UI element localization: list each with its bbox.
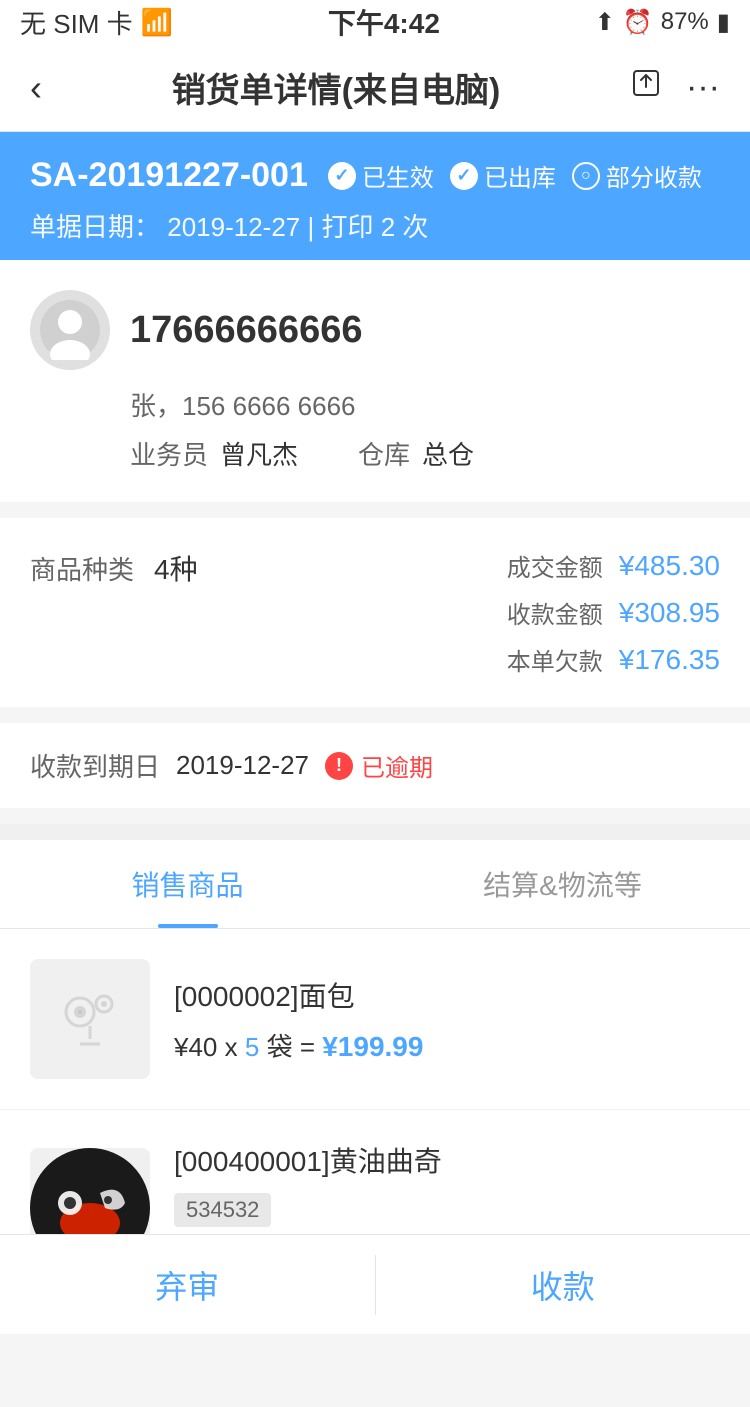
status-right: ⬆ ⏰ 87% ▮ (595, 8, 730, 37)
tab-active-indicator (158, 924, 218, 928)
staff-info: 业务员 曾凡杰 (130, 435, 298, 472)
order-header-banner: SA-20191227-001 ✓ 已生效 ✓ 已出库 ○ 部分收款 单据日期：… (0, 132, 750, 260)
stats-section: 商品种类 4种 成交金额 ¥485.30 收款金额 ¥308.95 本单欠款 ¥… (0, 518, 750, 707)
tab-settlement-label: 结算&物流等 (483, 870, 642, 901)
carrier-label: 无 SIM 卡 (20, 4, 133, 41)
print-label: | 打印 (307, 212, 373, 242)
check-icon-2: ✓ (450, 162, 478, 190)
badge-partial-payment: ○ 部分收款 (572, 158, 702, 193)
staff-name: 曾凡杰 (220, 435, 298, 472)
order-id: SA-20191227-001 (30, 156, 308, 195)
battery-icon: ▮ (717, 8, 730, 37)
product-price-1: ¥40 x 5 袋 = ¥199.99 (174, 1027, 720, 1064)
battery-label: 87% (661, 8, 709, 36)
type-label: 商品种类 (30, 550, 134, 587)
bottom-action-bar: 弃审 收款 (0, 1234, 750, 1334)
status-left: 无 SIM 卡 📶 (20, 4, 173, 41)
wifi-icon: 📶 (141, 7, 173, 38)
total-1: ¥199.99 (322, 1031, 423, 1062)
price-base-1: ¥40 (174, 1032, 217, 1062)
order-date: 2019-12-27 (167, 212, 300, 242)
debt-label: 本单欠款 (507, 642, 603, 677)
tab-settlement[interactable]: 结算&物流等 (375, 840, 750, 928)
page-title: 销货单详情(来自电脑) (172, 63, 501, 112)
due-date: 2019-12-27 (176, 750, 309, 781)
tab-products[interactable]: 销售商品 (0, 840, 375, 928)
equals-1: = (300, 1032, 322, 1062)
order-date-row: 单据日期： 2019-12-27 | 打印 2 次 (30, 207, 720, 244)
customer-section: 17666666666 张，156 6666 6666 业务员 曾凡杰 仓库 总… (0, 260, 750, 502)
product-image-1 (30, 959, 150, 1079)
date-label: 单据日期： (30, 212, 160, 242)
debt-amount: ¥176.35 (619, 644, 720, 676)
deal-amount-row: 成交金额 ¥485.30 (507, 548, 720, 583)
unit-1: 袋 (267, 1032, 293, 1062)
deal-label: 成交金额 (507, 548, 603, 583)
tab-bar: 销售商品 结算&物流等 (0, 840, 750, 929)
check-icon: ✓ (328, 162, 356, 190)
overdue-badge: ! 已逾期 (325, 748, 433, 783)
warehouse-label: 仓库 (358, 435, 410, 472)
location-icon: ⬆ (595, 8, 615, 37)
more-icon[interactable]: ··· (686, 68, 720, 107)
customer-phone: 17666666666 (130, 309, 362, 352)
banner-id-row: SA-20191227-001 ✓ 已生效 ✓ 已出库 ○ 部分收款 (30, 156, 720, 195)
customer-info-row: 业务员 曾凡杰 仓库 总仓 (30, 435, 720, 472)
back-button[interactable]: ‹ (30, 67, 42, 109)
overdue-text: 已逾期 (361, 748, 433, 783)
staff-label: 业务员 (130, 435, 208, 472)
cancel-button[interactable]: 弃审 (0, 1235, 375, 1334)
product-item-1: [0000002]面包 ¥40 x 5 袋 = ¥199.99 (0, 929, 750, 1110)
due-date-section: 收款到期日 2019-12-27 ! 已逾期 (0, 723, 750, 808)
customer-contact: 张，156 6666 6666 (30, 386, 720, 423)
overdue-icon: ! (325, 752, 353, 780)
product-badge-2: 534532 (174, 1193, 271, 1227)
print-count: 2 (381, 212, 395, 242)
badge-shipped: ✓ 已出库 (450, 158, 556, 193)
status-time: 下午4:42 (328, 2, 440, 42)
alarm-icon: ⏰ (623, 8, 653, 37)
section-divider (0, 824, 750, 840)
print-suffix: 次 (402, 212, 428, 242)
share-icon[interactable] (630, 67, 662, 108)
status-bar: 无 SIM 卡 📶 下午4:42 ⬆ ⏰ 87% ▮ (0, 0, 750, 44)
price-separator-1: x (225, 1032, 245, 1062)
product-type-stat: 商品种类 4种 (30, 548, 375, 588)
status-badges: ✓ 已生效 ✓ 已出库 ○ 部分收款 (328, 158, 702, 193)
product-info-1: [0000002]面包 ¥40 x 5 袋 = ¥199.99 (174, 975, 720, 1064)
avatar (30, 290, 110, 370)
debt-amount-row: 本单欠款 ¥176.35 (507, 642, 720, 677)
received-label: 收款金额 (507, 595, 603, 630)
product-name-1: [0000002]面包 (174, 975, 720, 1015)
badge-activated: ✓ 已生效 (328, 158, 434, 193)
warehouse-info: 仓库 总仓 (358, 435, 474, 472)
confirm-button[interactable]: 收款 (376, 1235, 750, 1334)
clock-icon: ○ (572, 162, 600, 190)
deal-amount: ¥485.30 (619, 550, 720, 582)
type-count: 4种 (154, 548, 198, 588)
received-amount-row: 收款金额 ¥308.95 (507, 595, 720, 630)
product-name-2: [000400001]黄油曲奇 (174, 1140, 720, 1180)
due-label: 收款到期日 (30, 747, 160, 784)
quantity-1: 5 (245, 1032, 259, 1062)
amount-stats: 成交金额 ¥485.30 收款金额 ¥308.95 本单欠款 ¥176.35 (375, 548, 720, 677)
received-amount: ¥308.95 (619, 597, 720, 629)
tab-products-label: 销售商品 (131, 870, 243, 901)
nav-actions: ··· (630, 67, 720, 108)
nav-bar: ‹ 销货单详情(来自电脑) ··· (0, 44, 750, 132)
customer-identity-row: 17666666666 (30, 290, 720, 370)
warehouse-name: 总仓 (422, 435, 474, 472)
